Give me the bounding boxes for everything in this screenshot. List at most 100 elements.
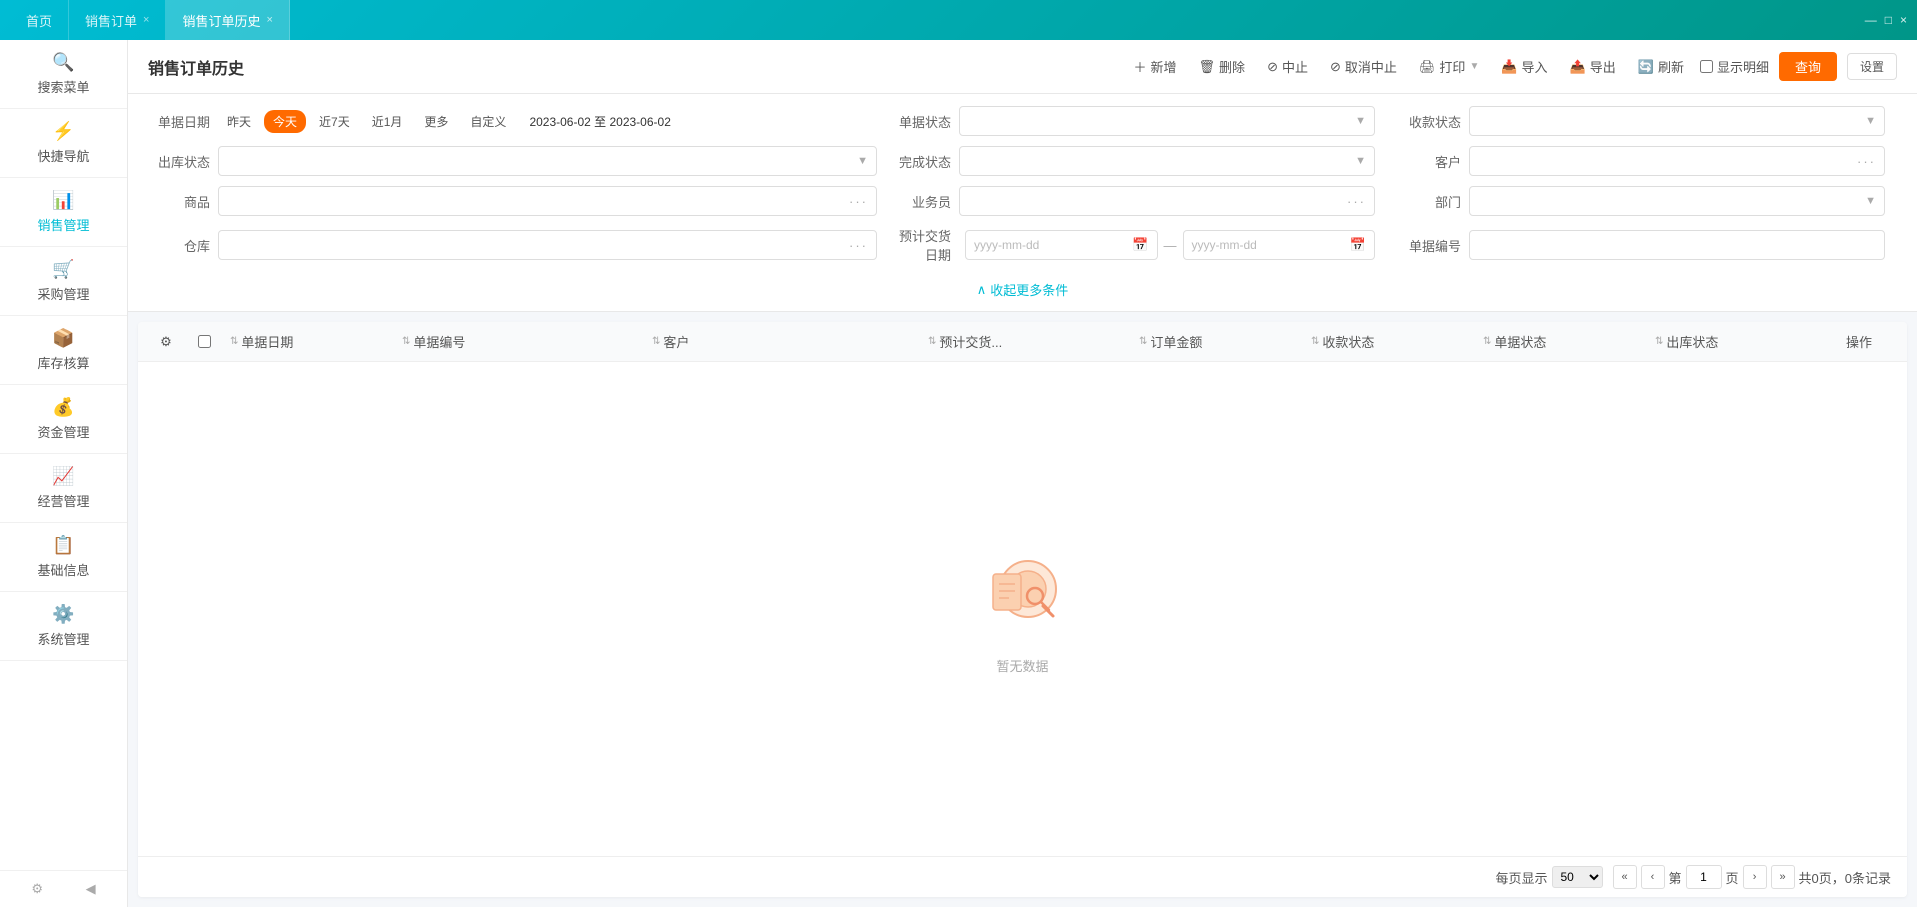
th-billno[interactable]: ⇅ 单据编号: [394, 332, 644, 351]
th-out[interactable]: ⇅ 出库状态: [1647, 332, 1819, 351]
sales-mgmt-icon: 📊: [52, 190, 74, 211]
sidebar-item-purchase-mgmt[interactable]: 🛒 采购管理: [0, 247, 127, 316]
window-minimize[interactable]: —: [1865, 13, 1877, 27]
receipt-status-field[interactable]: ▼: [1469, 106, 1885, 136]
bill-no-field[interactable]: [1469, 230, 1885, 260]
delivery-date-start[interactable]: yyyy-mm-dd 📅: [965, 230, 1158, 260]
warehouse-field[interactable]: ···: [218, 230, 877, 260]
tab-sales-order-history[interactable]: 销售订单历史 ×: [166, 0, 289, 40]
tab-home[interactable]: 首页: [10, 0, 69, 40]
sidebar-item-master-data[interactable]: 📋 基础信息: [0, 523, 127, 592]
tab-sales-order[interactable]: 销售订单 ×: [69, 0, 166, 40]
salesperson-field[interactable]: ···: [959, 186, 1375, 216]
filter-section: 单据日期 昨天 今天 近7天 近1月 更多 自定义 2023-06-02 至 2…: [128, 94, 1917, 312]
sidebar-item-master-data-label: 基础信息: [37, 560, 89, 579]
collapse-label: 收起更多条件: [990, 280, 1068, 299]
show-details-toggle[interactable]: 显示明细: [1700, 57, 1769, 76]
empty-illustration: [973, 544, 1073, 644]
th-checkbox[interactable]: [186, 335, 222, 348]
settings-button[interactable]: 设置: [1847, 53, 1897, 80]
sidebar-item-system[interactable]: ⚙️ 系统管理: [0, 592, 127, 661]
empty-text: 暂无数据: [996, 656, 1048, 675]
sidebar-item-finance[interactable]: 💰 资金管理: [0, 385, 127, 454]
per-page-dropdown[interactable]: 50 10 20 100: [1552, 866, 1603, 888]
sidebar-item-operations[interactable]: 📈 经营管理: [0, 454, 127, 523]
th-customer[interactable]: ⇅ 客户: [644, 332, 920, 351]
bill-status-field[interactable]: ▼: [959, 106, 1375, 136]
import-button[interactable]: 📥 导入: [1495, 53, 1553, 80]
th-billno-label: 单据编号: [413, 332, 465, 351]
first-page-btn[interactable]: «: [1613, 865, 1637, 889]
page-input[interactable]: [1686, 865, 1722, 889]
date-tab-last7[interactable]: 近7天: [310, 110, 359, 133]
date-tab-today[interactable]: 今天: [264, 110, 306, 133]
date-tab-last1m[interactable]: 近1月: [363, 110, 412, 133]
th-receipt[interactable]: ⇅ 收款状态: [1303, 332, 1475, 351]
cancel-stop-label: 取消中止: [1345, 57, 1397, 76]
date-tab-yesterday[interactable]: 昨天: [218, 110, 260, 133]
sidebar-settings-icon[interactable]: ⚙: [31, 881, 43, 897]
window-maximize[interactable]: □: [1885, 13, 1892, 27]
delivery-date-end[interactable]: yyyy-mm-dd 📅: [1183, 230, 1376, 260]
th-amount-label: 订单金额: [1150, 332, 1202, 351]
sidebar-collapse-icon[interactable]: ◀: [86, 881, 96, 897]
query-button[interactable]: 查询: [1779, 52, 1837, 81]
warehouse-dots-icon: ···: [849, 238, 868, 253]
toolbar: ＋ 新增 🗑 删除 ⊘ 中止 ⊘ 取消中止 🖨 打印: [1128, 52, 1898, 81]
th-status[interactable]: ⇅ 单据状态: [1475, 332, 1647, 351]
sidebar-item-search-menu[interactable]: 🔍 搜索菜单: [0, 40, 127, 109]
date-tab-custom[interactable]: 自定义: [461, 110, 515, 133]
prev-page-btn[interactable]: ‹: [1641, 865, 1665, 889]
refresh-icon: 🔄: [1638, 59, 1654, 75]
tab-home-label: 首页: [26, 11, 52, 30]
refresh-button[interactable]: 🔄 刷新: [1632, 53, 1690, 80]
collapse-row[interactable]: ∧ 收起更多条件: [148, 274, 1897, 299]
topbar-actions: — □ ×: [1865, 13, 1907, 27]
window-close[interactable]: ×: [1900, 13, 1907, 27]
out-status-field[interactable]: ▼: [218, 146, 877, 176]
sidebar-item-sales-mgmt-label: 销售管理: [37, 215, 89, 234]
customer-field[interactable]: ···: [1469, 146, 1885, 176]
calendar-start-icon: 📅: [1132, 237, 1148, 253]
th-date-label: 单据日期: [241, 332, 293, 351]
stop-button[interactable]: ⊘ 中止: [1261, 53, 1314, 80]
export-button[interactable]: 📤 导出: [1564, 53, 1622, 80]
per-page-label: 每页显示: [1495, 868, 1547, 887]
date-tab-more[interactable]: 更多: [415, 110, 457, 133]
department-label: 部门: [1399, 192, 1469, 211]
sidebar: 🔍 搜索菜单 ⚡ 快捷导航 📊 销售管理 🛒 采购管理 📦 库存核算 💰 资金管…: [0, 40, 128, 907]
sidebar-item-sales-mgmt[interactable]: 📊 销售管理: [0, 178, 127, 247]
quick-nav-icon: ⚡: [52, 121, 74, 142]
salesperson-label: 业务员: [889, 192, 959, 211]
complete-status-field[interactable]: ▼: [959, 146, 1375, 176]
search-menu-icon: 🔍: [52, 52, 74, 73]
delete-icon: 🗑: [1199, 59, 1216, 75]
sidebar-item-inventory[interactable]: 📦 库存核算: [0, 316, 127, 385]
print-dropdown-icon: ▼: [1469, 61, 1479, 72]
delete-button[interactable]: 🗑 删除: [1193, 53, 1252, 80]
table-footer: 每页显示 50 10 20 100 « ‹ 第 页 › » 共: [138, 856, 1907, 897]
show-details-checkbox[interactable]: [1700, 60, 1713, 73]
product-field[interactable]: ···: [218, 186, 877, 216]
print-button[interactable]: 🖨 打印 ▼: [1413, 53, 1485, 80]
sidebar-item-purchase-mgmt-label: 采购管理: [37, 284, 89, 303]
select-all-checkbox[interactable]: [198, 335, 211, 348]
print-label: 打印: [1439, 57, 1465, 76]
th-amount[interactable]: ⇅ 订单金额: [1131, 332, 1303, 351]
sort-billno-icon: ⇅: [402, 336, 410, 347]
next-page-btn[interactable]: ›: [1743, 865, 1767, 889]
th-date[interactable]: ⇅ 单据日期: [222, 332, 394, 351]
date-separator: —: [1164, 238, 1177, 253]
add-button[interactable]: ＋ 新增: [1128, 53, 1183, 80]
last-page-btn[interactable]: »: [1771, 865, 1795, 889]
out-status-dropdown-icon: ▼: [857, 155, 868, 167]
receipt-status-dropdown-icon: ▼: [1865, 115, 1876, 127]
customer-label: 客户: [1399, 152, 1469, 171]
tab-sales-order-history-close[interactable]: ×: [266, 14, 272, 26]
tab-sales-order-close[interactable]: ×: [143, 14, 149, 26]
cancel-stop-button[interactable]: ⊘ 取消中止: [1324, 53, 1403, 80]
th-delivery[interactable]: ⇅ 预计交货...: [920, 332, 1131, 351]
department-field[interactable]: ▼: [1469, 186, 1885, 216]
th-settings[interactable]: ⚙: [146, 334, 186, 350]
sidebar-item-quick-nav[interactable]: ⚡ 快捷导航: [0, 109, 127, 178]
